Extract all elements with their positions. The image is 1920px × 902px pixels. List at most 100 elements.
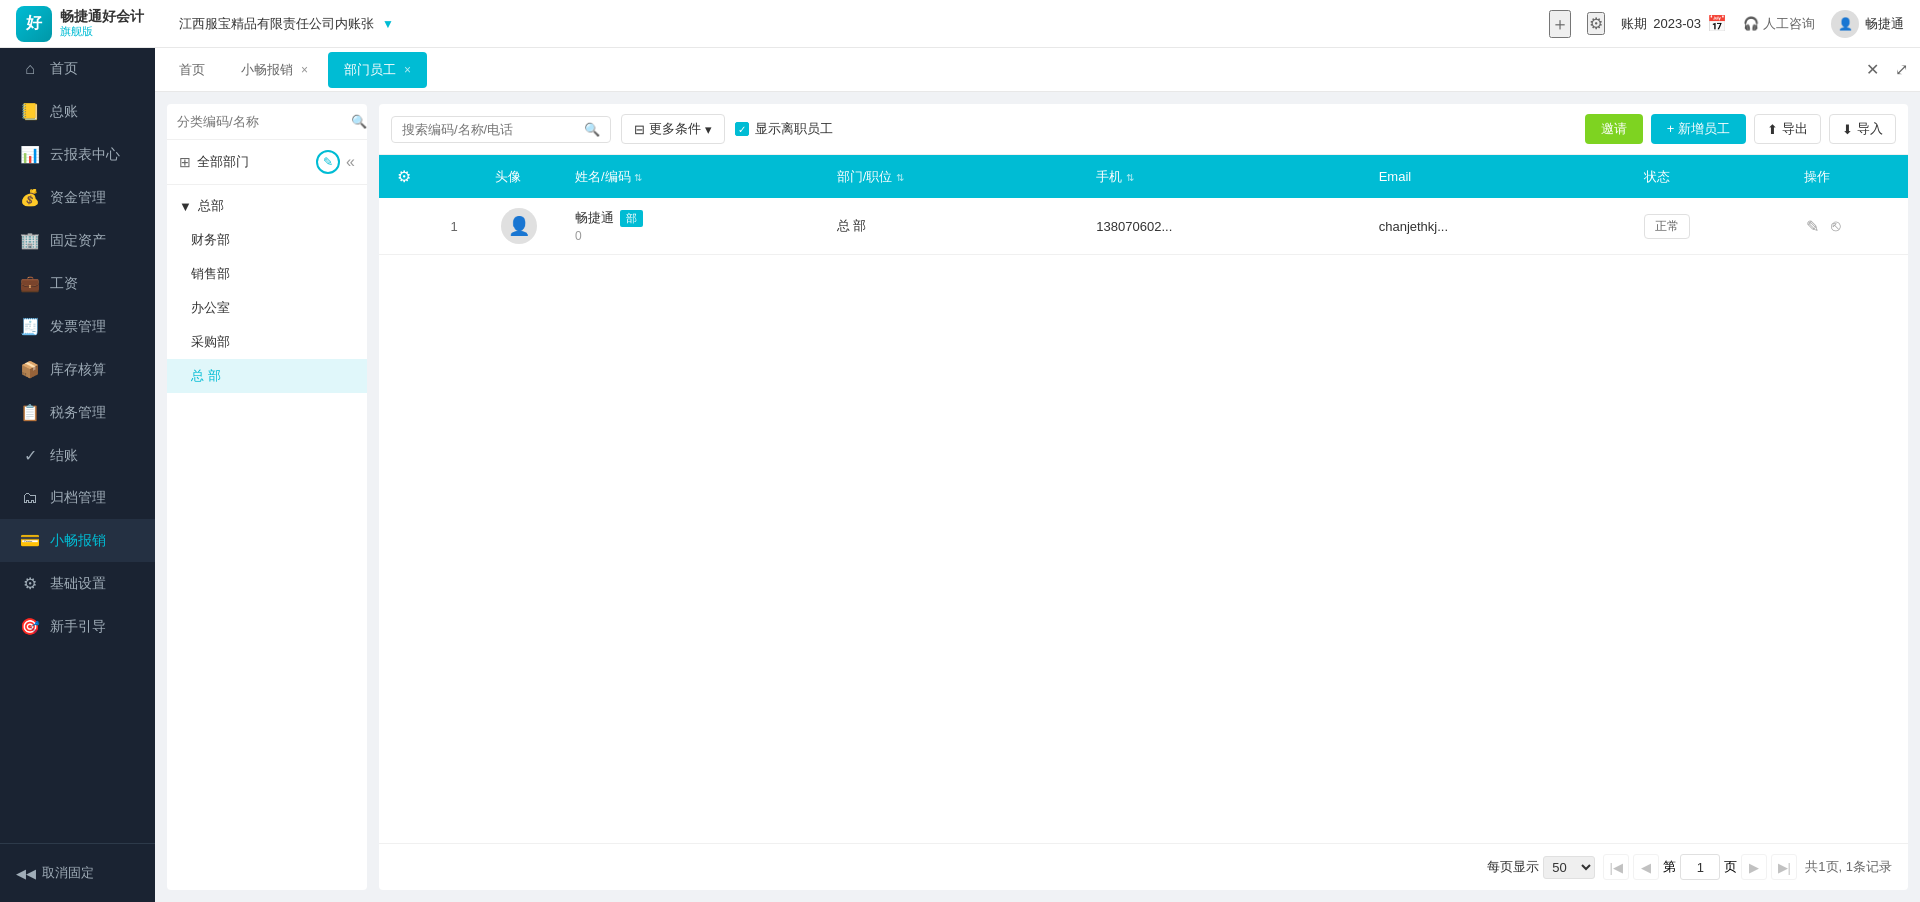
dept-node-sales[interactable]: 销售部 (167, 257, 367, 291)
sidebar-item-tax[interactable]: 📋 税务管理 (0, 391, 155, 434)
period-value: 2023-03 (1653, 16, 1701, 31)
sidebar-item-settings[interactable]: ⚙ 基础设置 (0, 562, 155, 605)
sidebar-item-payroll[interactable]: 💼 工资 (0, 262, 155, 305)
sidebar-label-archive: 归档管理 (50, 489, 106, 507)
row-settings-cell (379, 198, 429, 255)
employee-code: 0 (575, 229, 805, 243)
avatar-person-icon: 👤 (508, 215, 530, 237)
col-name-code[interactable]: 姓名/编码 ⇅ (559, 155, 821, 198)
dept-node-general[interactable]: ▼ 总部 (167, 189, 367, 223)
sidebar-item-home[interactable]: ⌂ 首页 (0, 48, 155, 90)
total-info: 共1页, 1条记录 (1805, 858, 1892, 876)
tab-employee-label: 部门员工 (344, 61, 396, 79)
top-header: 好 畅捷通好会计 旗舰版 江西服宝精品有限责任公司内账张 ▼ ＋ ⚙ 账期 20… (0, 0, 1920, 48)
col-status: 状态 (1628, 155, 1788, 198)
tab-bar: 首页 小畅报销 × 部门员工 × ✕ ⤢ (155, 48, 1920, 92)
content-area: 首页 小畅报销 × 部门员工 × ✕ ⤢ 🔍 (155, 48, 1920, 902)
import-icon: ⬇ (1842, 122, 1853, 137)
prev-page-button[interactable]: ◀ (1633, 854, 1659, 880)
dept-node-finance[interactable]: 财务部 (167, 223, 367, 257)
tab-home-label: 首页 (179, 61, 205, 79)
row-avatar-cell: 👤 (479, 198, 559, 255)
sidebar-label-reports: 云报表中心 (50, 146, 120, 164)
tab-expense[interactable]: 小畅报销 × (225, 52, 324, 88)
sidebar-label-assets: 固定资产 (50, 232, 106, 250)
dept-search-input[interactable] (177, 114, 345, 129)
table-header-row: ⚙ 头像 姓名/编码 ⇅ 部门/职位 ⇅ (379, 155, 1908, 198)
sidebar-item-expense[interactable]: 💳 小畅报销 (0, 519, 155, 562)
import-button[interactable]: ⬇ 导入 (1829, 114, 1896, 144)
employee-search-icon[interactable]: 🔍 (584, 122, 600, 137)
col-dept-position[interactable]: 部门/职位 ⇅ (821, 155, 1081, 198)
table-gear-icon[interactable]: ⚙ (397, 168, 411, 185)
dept-search-icon[interactable]: 🔍 (351, 114, 367, 129)
company-name: 江西服宝精品有限责任公司内账张 (179, 15, 374, 33)
sidebar-item-reports[interactable]: 📊 云报表中心 (0, 133, 155, 176)
add-tab-button[interactable]: ＋ (1549, 10, 1571, 38)
company-dropdown-btn[interactable]: ▼ (382, 17, 394, 31)
sidebar-item-ledger[interactable]: 📒 总账 (0, 90, 155, 133)
dept-node-headquarters[interactable]: 总 部 (167, 359, 367, 393)
expand-arrow-icon: ▼ (179, 199, 192, 214)
export-label: 导出 (1782, 120, 1808, 138)
logout-employee-button[interactable]: ⎋ (1829, 215, 1843, 237)
page-size-dropdown[interactable]: 50 10 20 100 (1543, 856, 1595, 879)
invite-button[interactable]: 邀请 (1585, 114, 1643, 144)
tab-expense-close-icon[interactable]: × (301, 63, 308, 77)
dept-finance-label: 财务部 (191, 231, 230, 249)
col-phone[interactable]: 手机 ⇅ (1080, 155, 1362, 198)
dept-node-purchase[interactable]: 采购部 (167, 325, 367, 359)
sidebar-item-assets[interactable]: 🏢 固定资产 (0, 219, 155, 262)
logo-icon: 好 (16, 6, 52, 42)
show-resigned-checkbox[interactable]: ✓ (735, 122, 749, 136)
tab-close-window-button[interactable]: ✕ (1862, 56, 1883, 83)
calendar-icon[interactable]: 📅 (1707, 14, 1727, 33)
employee-search-input[interactable] (402, 122, 578, 137)
grid-icon: ⊞ (179, 154, 191, 170)
show-resigned-label[interactable]: ✓ 显示离职员工 (735, 120, 833, 138)
row-dept-cell: 总 部 (821, 198, 1081, 255)
edit-employee-button[interactable]: ✎ (1804, 215, 1821, 238)
tab-expand-button[interactable]: ⤢ (1891, 56, 1912, 83)
export-button[interactable]: ⬆ 导出 (1754, 114, 1821, 144)
last-page-button[interactable]: ▶| (1771, 854, 1797, 880)
page-nav: |◀ ◀ 第 页 ▶ ▶| (1603, 854, 1797, 880)
add-employee-button[interactable]: + 新增员工 (1651, 114, 1746, 144)
dept-collapse-button[interactable]: « (346, 153, 355, 171)
unpin-label: 取消固定 (42, 864, 94, 882)
inventory-icon: 📦 (20, 360, 40, 379)
tab-expense-label: 小畅报销 (241, 61, 293, 79)
sidebar-item-close[interactable]: ✓ 结账 (0, 434, 155, 477)
sidebar-item-funds[interactable]: 💰 资金管理 (0, 176, 155, 219)
headset-icon: 🎧 (1743, 16, 1759, 31)
period-area: 账期 2023-03 📅 (1621, 14, 1727, 33)
sidebar-item-guide[interactable]: 🎯 新手引导 (0, 605, 155, 648)
tab-employee[interactable]: 部门员工 × (328, 52, 427, 88)
page-di-label: 第 (1663, 858, 1676, 876)
sidebar-item-inventory[interactable]: 📦 库存核算 (0, 348, 155, 391)
next-page-button[interactable]: ▶ (1741, 854, 1767, 880)
sidebar-item-invoice[interactable]: 🧾 发票管理 (0, 305, 155, 348)
page-number-input[interactable] (1680, 854, 1720, 880)
dept-node-office[interactable]: 办公室 (167, 291, 367, 325)
filter-button[interactable]: ⊟ 更多条件 ▾ (621, 114, 725, 144)
app-name: 畅捷通好会计 (60, 8, 144, 25)
tab-home[interactable]: 首页 (163, 52, 221, 88)
row-actions-cell: ✎ ⎋ (1788, 198, 1908, 255)
user-avatar: 👤 (1831, 10, 1859, 38)
assets-icon: 🏢 (20, 231, 40, 250)
unpin-button[interactable]: ◀◀ 取消固定 (0, 854, 155, 892)
sidebar-label-settings: 基础设置 (50, 575, 106, 593)
dept-header: ⊞ 全部部门 ✎ « (167, 140, 367, 185)
dept-edit-button[interactable]: ✎ (316, 150, 340, 174)
global-settings-button[interactable]: ⚙ (1587, 12, 1605, 35)
sidebar-label-funds: 资金管理 (50, 189, 106, 207)
tab-employee-close-icon[interactable]: × (404, 63, 411, 77)
user-area[interactable]: 👤 畅捷通 (1831, 10, 1904, 38)
sidebar-item-archive[interactable]: 🗂 归档管理 (0, 477, 155, 519)
col-settings: ⚙ (379, 155, 429, 198)
table-row: 1 👤 (379, 198, 1908, 255)
dept-badge: 部 (620, 210, 643, 227)
first-page-button[interactable]: |◀ (1603, 854, 1629, 880)
service-button[interactable]: 🎧 人工咨询 (1743, 15, 1815, 33)
